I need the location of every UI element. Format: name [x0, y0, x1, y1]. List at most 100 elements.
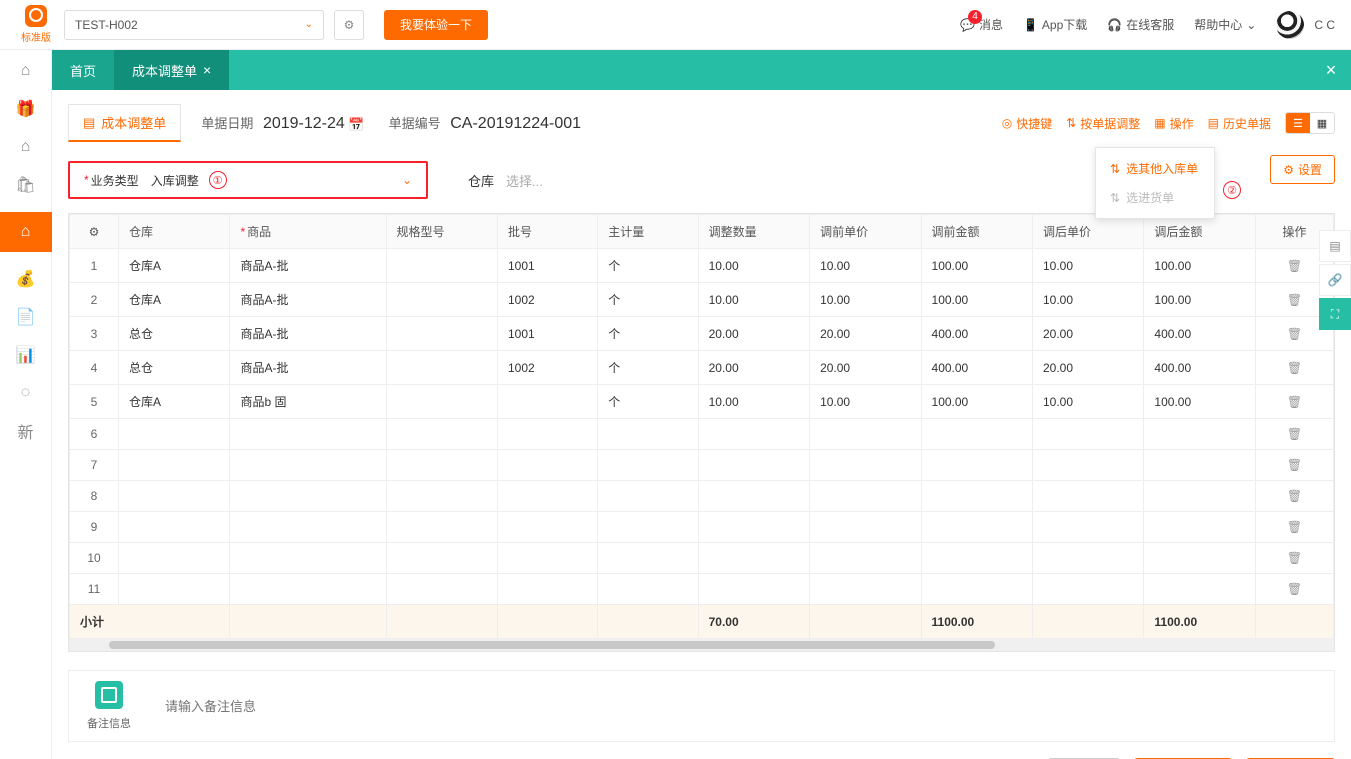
message-badge: 4 [968, 10, 982, 24]
headset-icon: 🎧 [1107, 18, 1122, 32]
annotation-2: ② [1223, 181, 1241, 199]
table-row[interactable]: 4 总仓 商品A-批 1002 个 20.00 20.00 400.00 20.… [70, 351, 1334, 385]
table-row[interactable]: 1 仓库A 商品A-批 1001 个 10.00 10.00 100.00 10… [70, 249, 1334, 283]
phone-icon: 📱 [1023, 18, 1038, 32]
delete-icon[interactable]: 🗑 [1287, 551, 1302, 565]
table-row[interactable]: 10 🗑 [70, 543, 1334, 574]
adjust-by-bill-link[interactable]: ⇅按单据调整 [1066, 115, 1140, 132]
rail-note-icon[interactable]: ▤ [1319, 230, 1351, 262]
gear-column-icon[interactable]: ⚙ [70, 215, 119, 249]
table-row[interactable]: 5 仓库A 商品b 固 个 10.00 10.00 100.00 10.00 1… [70, 385, 1334, 419]
brand-logo: 标准版 [16, 5, 56, 44]
shortcut-link[interactable]: ◎快捷键 [1002, 115, 1053, 132]
delete-icon[interactable]: 🗑 [1287, 489, 1302, 503]
gear-icon: ⚙ [344, 18, 355, 32]
card-view-icon[interactable]: ▦ [1310, 113, 1334, 133]
table-row[interactable]: 7 🗑 [70, 450, 1334, 481]
tab-cost-adjust[interactable]: 成本调整单 × [114, 50, 229, 90]
swap-icon: ⇅ [1066, 116, 1076, 130]
business-type-select[interactable]: * 业务类型 入库调整 ① ⌄ [68, 161, 428, 199]
list-view-icon[interactable]: ☰ [1286, 113, 1310, 133]
warehouse-select[interactable]: 仓库 选择... [468, 171, 543, 190]
table-row[interactable]: 3 总仓 商品A-批 1001 个 20.00 20.00 400.00 20.… [70, 317, 1334, 351]
doc-number: 单据编号 CA-20191224-001 [389, 113, 581, 133]
close-all-tabs[interactable]: × [1311, 60, 1351, 81]
trial-cta-button[interactable]: 我要体验一下 [384, 10, 488, 40]
nav-new-icon[interactable]: 新 [15, 420, 37, 442]
nav-home-icon[interactable]: ⌂ [15, 60, 37, 82]
remark-input[interactable] [149, 671, 1334, 741]
workspace-tabs: 首页 成本调整单 × × [52, 50, 1351, 90]
select-bill-popup: ⇅选其他入库单 ⇅选进货单 [1095, 147, 1215, 219]
logo-icon [25, 5, 47, 27]
nav-warehouse-icon[interactable]: ⌂ [0, 212, 52, 252]
header-right: 💬 4 消息 📱 App下载 🎧 在线客服 帮助中心 ⌄ C C [960, 11, 1335, 39]
delete-icon[interactable]: 🗑 [1287, 293, 1302, 307]
tab-home[interactable]: 首页 [52, 50, 114, 90]
calendar-icon[interactable]: 📅 [348, 117, 364, 132]
avatar [1276, 11, 1304, 39]
operation-link[interactable]: ▦操作 [1154, 115, 1193, 132]
swap-icon: ⇅ [1110, 162, 1120, 176]
document-header: ▤ 成本调整单 单据日期 2019-12-24 📅 单据编号 CA-201912… [68, 104, 1335, 143]
table-row[interactable]: 6 🗑 [70, 419, 1334, 450]
rail-expand-icon[interactable]: ⛶ [1319, 298, 1351, 330]
user-menu[interactable]: C C [1276, 11, 1335, 39]
doc-date: 单据日期 2019-12-24 📅 [201, 113, 368, 133]
nav-sync-icon[interactable]: ◌ [15, 382, 37, 404]
chevron-down-icon: ⌄ [1246, 18, 1256, 32]
table-row[interactable]: 11 🗑 [70, 574, 1334, 605]
messages-link[interactable]: 💬 4 消息 [960, 16, 1003, 33]
select-purchase-bill: ⇅选进货单 [1096, 183, 1214, 212]
nav-bag-icon[interactable]: 🛍 [15, 174, 37, 196]
history-icon: ▤ [1208, 116, 1219, 130]
delete-icon[interactable]: 🗑 [1287, 582, 1302, 596]
delete-icon[interactable]: 🗑 [1287, 520, 1302, 534]
note-icon [95, 681, 123, 709]
delete-icon[interactable]: 🗑 [1287, 458, 1302, 472]
chevron-down-icon: ⌄ [305, 19, 313, 30]
delete-icon[interactable]: 🗑 [1287, 259, 1302, 273]
rail-link-icon[interactable]: 🔗 [1319, 264, 1351, 296]
nav-report-icon[interactable]: 📊 [15, 344, 37, 366]
app-download-link[interactable]: 📱 App下载 [1023, 16, 1087, 33]
horizontal-scrollbar[interactable] [69, 639, 1334, 651]
org-settings-button[interactable]: ⚙ [334, 10, 364, 40]
target-icon: ◎ [1002, 116, 1012, 130]
help-link[interactable]: 帮助中心 ⌄ [1194, 16, 1256, 33]
support-link[interactable]: 🎧 在线客服 [1107, 16, 1174, 33]
chevron-down-icon: ⌄ [402, 173, 412, 187]
nav-money-icon[interactable]: 💰 [15, 268, 37, 290]
history-link[interactable]: ▤历史单据 [1208, 115, 1271, 132]
nav-house-icon[interactable]: ⌂ [15, 136, 37, 158]
delete-icon[interactable]: 🗑 [1287, 427, 1302, 441]
required-mark: * [84, 173, 89, 187]
table-header: ⚙ 仓库 *商品 规格型号 批号 主计量 调整数量 调前单价 调前金额 调后单价… [70, 215, 1334, 249]
remark-label: 备注信息 [69, 671, 149, 741]
remark-section: 备注信息 [68, 670, 1335, 742]
swap-icon: ⇅ [1110, 191, 1120, 205]
close-icon[interactable]: × [203, 62, 211, 78]
gear-icon: ⚙ [1283, 163, 1294, 177]
doc-actions: ◎快捷键 ⇅按单据调整 ▦操作 ▤历史单据 ☰ ▦ [1002, 112, 1335, 134]
annotation-1: ① [209, 171, 227, 189]
table-row[interactable]: 2 仓库A 商品A-批 1002 个 10.00 10.00 100.00 10… [70, 283, 1334, 317]
nav-gift-icon[interactable]: 🎁 [15, 98, 37, 120]
select-other-inbound[interactable]: ⇅选其他入库单 [1096, 154, 1214, 183]
document-type-tab[interactable]: ▤ 成本调整单 [68, 104, 181, 142]
delete-icon[interactable]: 🗑 [1287, 327, 1302, 341]
org-selector[interactable]: TEST-H002 ⌄ [64, 10, 324, 40]
line-items-grid: ⚙ 仓库 *商品 规格型号 批号 主计量 调整数量 调前单价 调前金额 调后单价… [68, 213, 1335, 652]
settings-button[interactable]: ⚙设置 [1270, 155, 1335, 184]
edition-label: 标准版 [21, 33, 51, 44]
user-name: C C [1314, 18, 1335, 32]
table-row[interactable]: 8 🗑 [70, 481, 1334, 512]
org-name: TEST-H002 [75, 18, 138, 32]
nav-doc-icon[interactable]: 📄 [15, 306, 37, 328]
document-icon: ▤ [83, 115, 95, 131]
delete-icon[interactable]: 🗑 [1287, 395, 1302, 409]
table-row[interactable]: 9 🗑 [70, 512, 1334, 543]
delete-icon[interactable]: 🗑 [1287, 361, 1302, 375]
subtotal-row: 小计 70.00 1100.00 1100.00 [70, 605, 1334, 639]
filter-row: * 业务类型 入库调整 ① ⌄ 仓库 选择... ⇅选其他入库单 ⇅选进货单 ②… [68, 153, 1335, 213]
